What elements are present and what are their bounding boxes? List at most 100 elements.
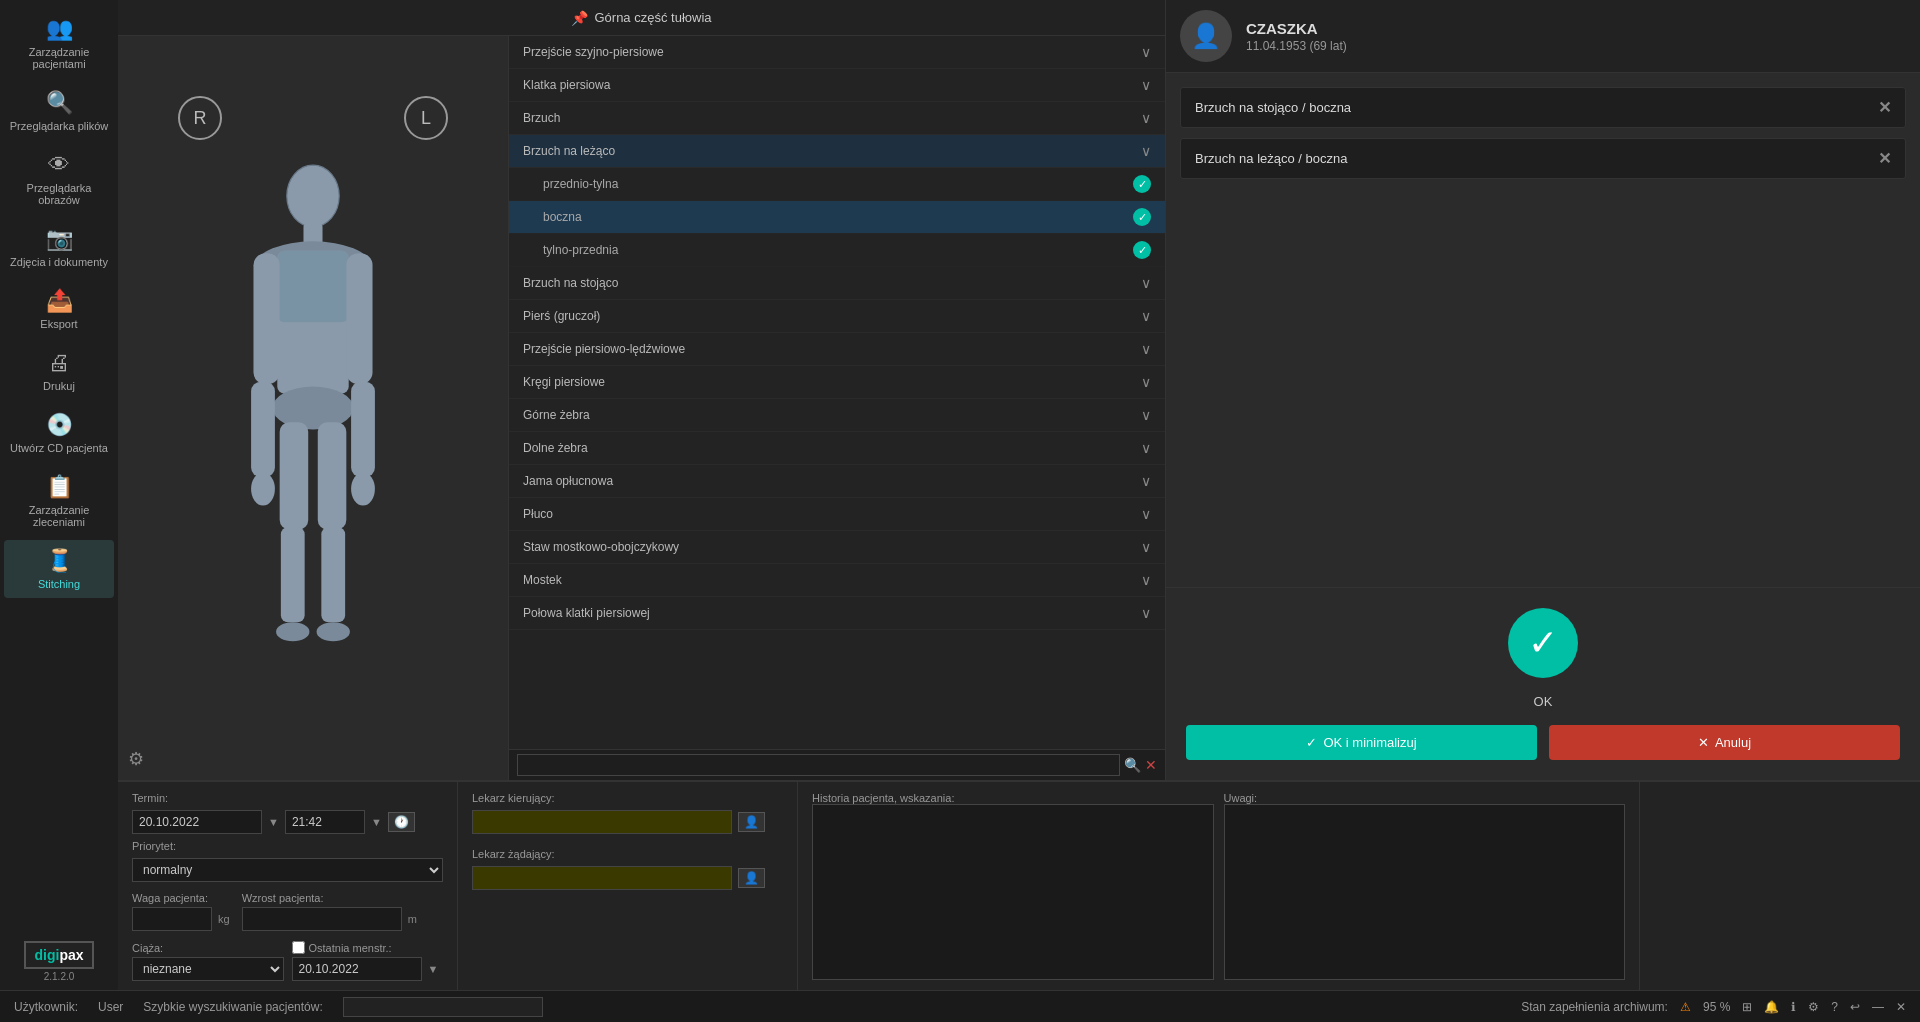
search-icon[interactable]: 🔍 bbox=[1124, 757, 1141, 773]
selected-item-1: Brzuch na stojąco / boczna ✕ bbox=[1180, 87, 1906, 128]
item-label: Jama opłucnowa bbox=[523, 474, 613, 488]
ciaza-select[interactable]: nieznane bbox=[132, 957, 284, 981]
uwagi-section: Uwagi: bbox=[1224, 792, 1626, 980]
clock-button[interactable]: 🕐 bbox=[388, 812, 415, 832]
sidebar-item-file-browser[interactable]: 🔍 Przeglądarka plików bbox=[4, 82, 114, 140]
user-value: User bbox=[98, 1000, 123, 1014]
sidebar-item-patients[interactable]: 👥 Zarządzanie pacjentami bbox=[4, 8, 114, 78]
svg-rect-13 bbox=[318, 422, 347, 529]
sidebar-item-cd[interactable]: 💿 Utwórz CD pacjenta bbox=[4, 404, 114, 462]
wzrost-input-row: m bbox=[242, 907, 417, 931]
cancel-button[interactable]: ✕ Anuluj bbox=[1549, 725, 1900, 760]
subitem-label: boczna bbox=[543, 210, 582, 224]
settings-gear[interactable]: ⚙ bbox=[128, 748, 144, 770]
sidebar-item-image-browser[interactable]: 👁 Przeglądarka obrazów bbox=[4, 144, 114, 214]
svg-point-0 bbox=[287, 165, 339, 227]
ostatnia-menstr-checkbox[interactable] bbox=[292, 941, 305, 954]
list-item-dolne-zebra[interactable]: Dolne żebra ∨ bbox=[509, 432, 1165, 465]
quick-search-input[interactable] bbox=[343, 997, 543, 1017]
list-item-kregi[interactable]: Kręgi piersiowe ∨ bbox=[509, 366, 1165, 399]
chevron-icon: ∨ bbox=[1141, 605, 1151, 621]
check-icon: ✓ bbox=[1133, 241, 1151, 259]
patient-header: 👤 CZASZKA 11.04.1953 (69 lat) bbox=[1166, 0, 1920, 73]
lekarz-zadajacy-input[interactable] bbox=[472, 866, 732, 890]
ok-minimize-button[interactable]: ✓ OK i minimalizuj bbox=[1186, 725, 1537, 760]
ciaza-row: Ciąża: nieznane Ostatnia menstr.: ▼ bbox=[132, 941, 443, 981]
historia-section: Historia pacjenta, wskazania: bbox=[812, 792, 1214, 980]
sidebar-item-print[interactable]: 🖨 Drukuj bbox=[4, 342, 114, 400]
sidebar-item-photos[interactable]: 📷 Zdjęcia i dokumenty bbox=[4, 218, 114, 276]
list-subitem-tylno-przednia[interactable]: tylno-przednia ✓ bbox=[509, 234, 1165, 267]
info-icon[interactable]: ℹ bbox=[1791, 1000, 1796, 1014]
help-icon[interactable]: ? bbox=[1831, 1000, 1838, 1014]
item-label: Połowa klatki piersiowej bbox=[523, 606, 650, 620]
list-item-brzuch-lezaco[interactable]: Brzuch na leżąco ∨ bbox=[509, 135, 1165, 168]
wzrost-input[interactable] bbox=[242, 907, 402, 931]
remove-item-1-button[interactable]: ✕ bbox=[1878, 98, 1891, 117]
content-row: R L bbox=[118, 36, 1165, 780]
search-input[interactable] bbox=[517, 754, 1120, 776]
body-label-right: R bbox=[178, 96, 222, 140]
item-label: Górne żebra bbox=[523, 408, 590, 422]
close-icon[interactable]: ✕ bbox=[1896, 1000, 1906, 1014]
list-item-przejscie-szyjno[interactable]: Przejście szyjno-piersiowe ∨ bbox=[509, 36, 1165, 69]
waga-wzrost-row: Waga pacjenta: kg Wzrost pacjenta: m bbox=[132, 892, 443, 931]
priorytet-select[interactable]: normalny bbox=[132, 858, 443, 882]
patient-avatar: 👤 bbox=[1180, 10, 1232, 62]
ok-minimize-icon: ✓ bbox=[1306, 735, 1317, 750]
sidebar-item-stitching[interactable]: 🧵 Stitching bbox=[4, 540, 114, 598]
minimize-icon[interactable]: — bbox=[1872, 1000, 1884, 1014]
list-item-pluco[interactable]: Płuco ∨ bbox=[509, 498, 1165, 531]
sidebar-item-orders[interactable]: 📋 Zarządzanie zleceniami bbox=[4, 466, 114, 536]
remove-item-2-button[interactable]: ✕ bbox=[1878, 149, 1891, 168]
list-item-przejscie-piersiowo[interactable]: Przejście piersiowo-lędźwiowe ∨ bbox=[509, 333, 1165, 366]
menstr-dropdown-icon[interactable]: ▼ bbox=[428, 963, 439, 975]
list-item-staw[interactable]: Staw mostkowo-obojczykowy ∨ bbox=[509, 531, 1165, 564]
image-browser-icon: 👁 bbox=[48, 152, 70, 178]
sidebar-item-export[interactable]: 📤 Eksport bbox=[4, 280, 114, 338]
lekarz-zadajacy-label: Lekarz żądający: bbox=[472, 848, 783, 860]
list-item-piers[interactable]: Pierś (gruczoł) ∨ bbox=[509, 300, 1165, 333]
disconnect-icon[interactable]: ↩ bbox=[1850, 1000, 1860, 1014]
sidebar-label-export: Eksport bbox=[40, 318, 77, 330]
lekarz-kierujacy-input[interactable] bbox=[472, 810, 732, 834]
chevron-icon: ∨ bbox=[1141, 110, 1151, 126]
list-item-mostek[interactable]: Mostek ∨ bbox=[509, 564, 1165, 597]
top-bar-icon: 📌 bbox=[571, 10, 588, 26]
settings-icon[interactable]: ⚙ bbox=[1808, 1000, 1819, 1014]
form-col-historia: Historia pacjenta, wskazania: Uwagi: bbox=[798, 782, 1640, 990]
list-subitem-boczna[interactable]: boczna ✓ bbox=[509, 201, 1165, 234]
termin-date-input[interactable] bbox=[132, 810, 262, 834]
termin-time-input[interactable] bbox=[285, 810, 365, 834]
date-dropdown-icon[interactable]: ▼ bbox=[268, 816, 279, 828]
list-item-brzuch-stojaco[interactable]: Brzuch na stojąco ∨ bbox=[509, 267, 1165, 300]
historia-textarea[interactable] bbox=[812, 804, 1214, 980]
top-bar-title: Górna część tułowia bbox=[594, 10, 711, 25]
time-dropdown-icon[interactable]: ▼ bbox=[371, 816, 382, 828]
chevron-icon: ∨ bbox=[1141, 407, 1151, 423]
uwagi-textarea[interactable] bbox=[1224, 804, 1626, 980]
form-col-lekarz: Lekarz kierujący: 👤 Lekarz żądający: 👤 bbox=[458, 782, 798, 990]
svg-point-11 bbox=[351, 472, 375, 505]
notification-icon[interactable]: 🔔 bbox=[1764, 1000, 1779, 1014]
list-item-gorne-zebra[interactable]: Górne żebra ∨ bbox=[509, 399, 1165, 432]
list-item-klatka[interactable]: Klatka piersiowa ∨ bbox=[509, 69, 1165, 102]
list-item-jama[interactable]: Jama opłucnowa ∨ bbox=[509, 465, 1165, 498]
svg-point-10 bbox=[251, 472, 275, 505]
chevron-icon: ∨ bbox=[1141, 506, 1151, 522]
list-item-brzuch[interactable]: Brzuch ∨ bbox=[509, 102, 1165, 135]
svg-point-17 bbox=[317, 622, 350, 641]
cd-icon: 💿 bbox=[46, 412, 73, 438]
sidebar-label-print: Drukuj bbox=[43, 380, 75, 392]
list-subitem-przednio-tylna[interactable]: przednio-tylna ✓ bbox=[509, 168, 1165, 201]
ostatnia-menstr-input[interactable] bbox=[292, 957, 422, 981]
lekarz-kierujacy-browse-button[interactable]: 👤 bbox=[738, 812, 765, 832]
item-label: Pierś (gruczoł) bbox=[523, 309, 600, 323]
termin-label: Termin: bbox=[132, 792, 443, 804]
archive-indicator-icon: ⚠ bbox=[1680, 1000, 1691, 1014]
list-item-polowa[interactable]: Połowa klatki piersiowej ∨ bbox=[509, 597, 1165, 630]
waga-input[interactable] bbox=[132, 907, 212, 931]
lekarz-zadajacy-browse-button[interactable]: 👤 bbox=[738, 868, 765, 888]
clear-search-icon[interactable]: ✕ bbox=[1145, 757, 1157, 773]
lekarz-kierujacy-row: 👤 bbox=[472, 810, 783, 834]
